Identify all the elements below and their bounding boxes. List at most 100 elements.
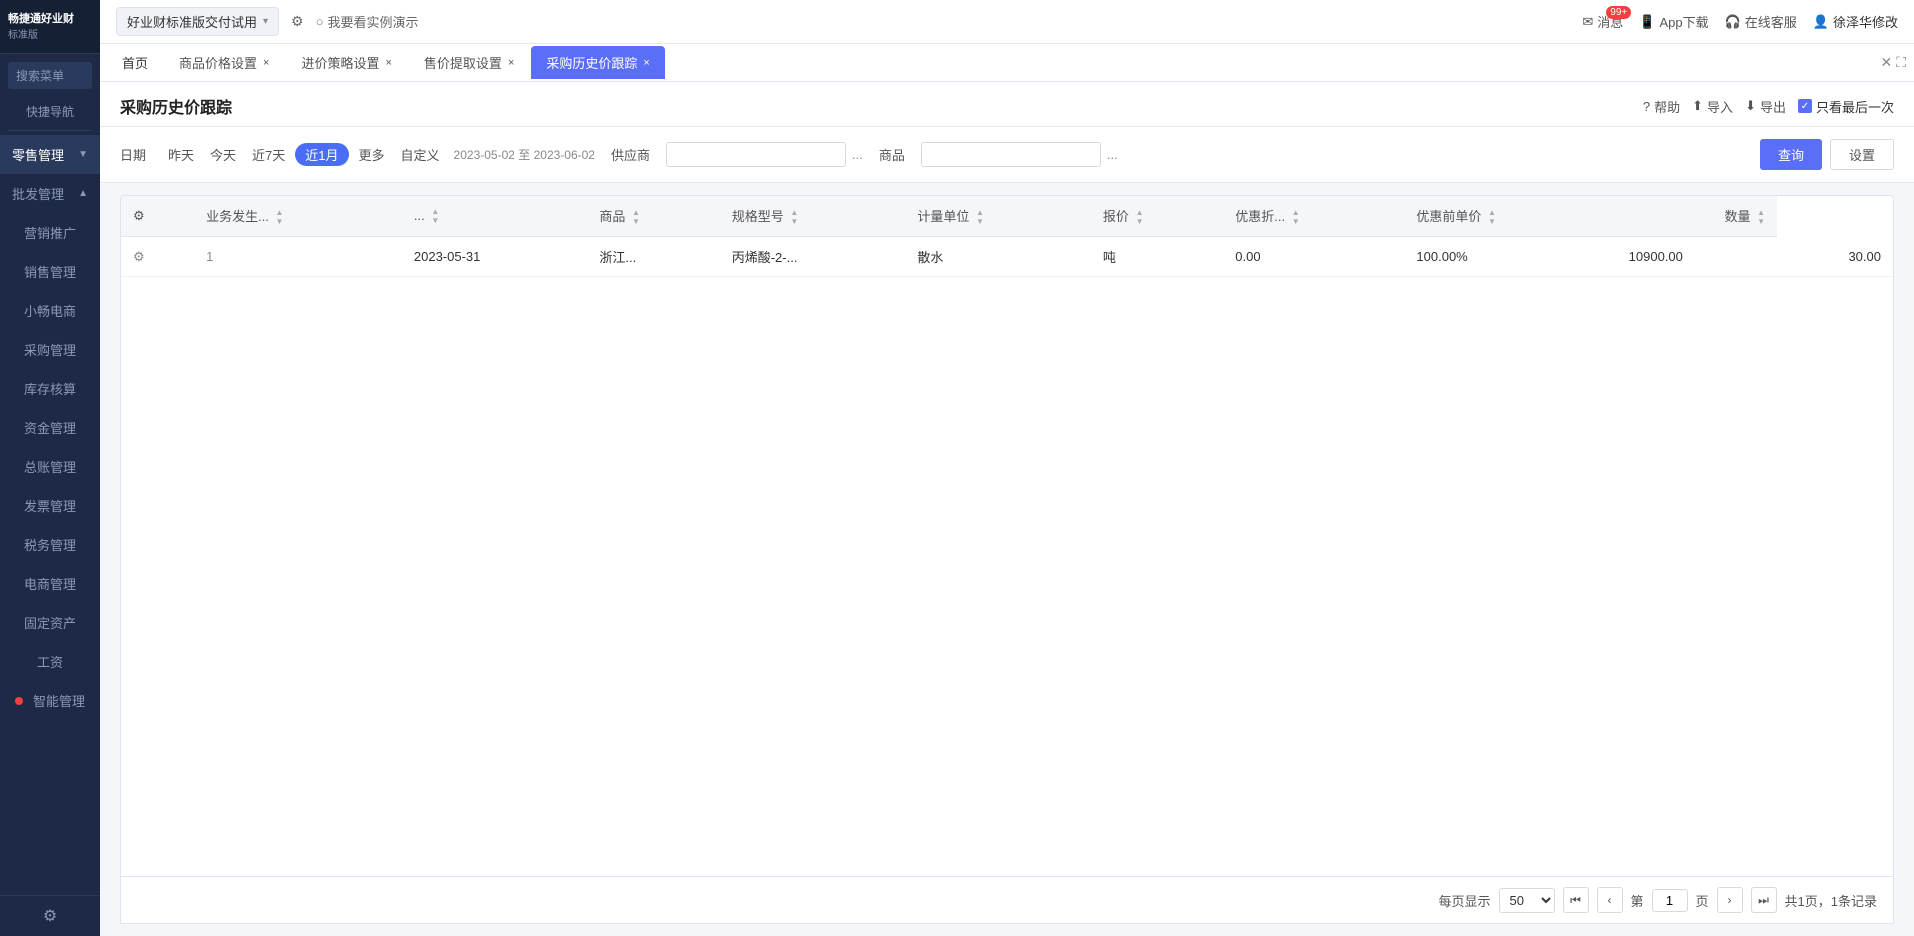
sidebar-item-payroll[interactable]: 工资 (0, 642, 100, 681)
supplier-more-button[interactable]: ... (852, 147, 863, 162)
sort-spec-icon[interactable]: ▲▼ (790, 209, 798, 226)
sidebar-item-marketing[interactable]: 营销推广 (0, 213, 100, 252)
sidebar-item-retail[interactable]: 零售管理 ▼ (0, 135, 100, 174)
col-discount-label: 优惠折... (1235, 209, 1285, 224)
last-only-checkbox[interactable]: ✓ (1798, 99, 1812, 113)
tab-home[interactable]: 首页 (108, 47, 162, 78)
tab-product-price[interactable]: 商品价格设置 × (164, 46, 284, 79)
sort-more-icon[interactable]: ▲▼ (431, 208, 439, 225)
next-page-button[interactable]: › (1717, 887, 1743, 913)
online-service-button[interactable]: 🎧 在线客服 (1725, 12, 1797, 31)
tab-purchase-strategy[interactable]: 进价策略设置 × (286, 46, 406, 79)
page-actions: ? 帮助 ⬆ 导入 ⬇ 导出 ✓ 只看最后一次 (1643, 97, 1894, 116)
row-product: 丙烯酸-2-... (720, 237, 906, 277)
page-header: 采购历史价跟踪 ? 帮助 ⬆ 导入 ⬇ 导出 ✓ 只看最后一次 (100, 82, 1914, 127)
sidebar-item-sales-label: 销售管理 (24, 262, 76, 281)
quick-nav-button[interactable]: 快捷导航 (0, 97, 100, 126)
sort-unit-icon[interactable]: ▲▼ (976, 209, 984, 226)
col-date: 业务发生... ▲▼ (194, 196, 402, 237)
row-pre-discount-price: 10900.00 (1617, 237, 1777, 277)
sort-price-icon[interactable]: ▲▼ (1136, 209, 1144, 226)
message-button[interactable]: ✉ 消息 99+ (1582, 12, 1623, 31)
col-product-label: 商品 (599, 209, 625, 224)
tab-purchase-history[interactable]: 采购历史价跟踪 × (531, 46, 664, 79)
prev-page-button[interactable]: ‹ (1597, 887, 1623, 913)
app-name: 畅捷通好业财 (8, 12, 74, 26)
sidebar-item-ai[interactable]: 智能管理 (0, 681, 100, 720)
product-input[interactable] (921, 142, 1101, 167)
row-gear-cell[interactable]: ⚙ (121, 237, 194, 277)
sidebar-item-wholesale[interactable]: 批发管理 ▲ (0, 174, 100, 213)
filter-settings-button[interactable]: 设置 (1830, 139, 1894, 170)
user-profile-button[interactable]: 👤 徐泽华修改 (1813, 12, 1898, 31)
help-icon: ? (1643, 99, 1650, 114)
filter-row: 日期 昨天 今天 近7天 近1月 更多 自定义 2023-05-02 至 202… (120, 139, 1894, 170)
demo-link[interactable]: ○ 我要看实例演示 (316, 12, 419, 31)
last-page-button[interactable]: ⏭ (1751, 887, 1777, 913)
help-label: 帮助 (1654, 97, 1680, 116)
tab-sale-price[interactable]: 售价提取设置 × (409, 46, 529, 79)
last-only-label: 只看最后一次 (1816, 97, 1894, 116)
first-page-button[interactable]: ⏮ (1563, 887, 1589, 913)
help-button[interactable]: ? 帮助 (1643, 97, 1680, 116)
date-opt-today[interactable]: 今天 (204, 143, 242, 166)
col-spec: 规格型号 ▲▼ (720, 196, 906, 237)
app-selector[interactable]: 好业财标准版交付试用 ▾ (116, 7, 279, 36)
query-button[interactable]: 查询 (1760, 139, 1822, 170)
sidebar-item-fixed-assets[interactable]: 固定资产 (0, 603, 100, 642)
import-button[interactable]: ⬆ 导入 (1692, 97, 1733, 116)
current-page-input[interactable]: 1 (1652, 889, 1688, 912)
sidebar-item-purchase[interactable]: 采购管理 (0, 330, 100, 369)
sort-discount-icon[interactable]: ▲▼ (1292, 209, 1300, 226)
sort-product-icon[interactable]: ▲▼ (632, 209, 640, 226)
sort-pre-discount-icon[interactable]: ▲▼ (1488, 209, 1496, 226)
export-label: 导出 (1760, 97, 1786, 116)
sort-date-icon[interactable]: ▲▼ (276, 209, 284, 226)
sidebar-item-ecommerce[interactable]: 电商管理 (0, 564, 100, 603)
sidebar-item-inventory[interactable]: 库存核算 (0, 369, 100, 408)
row-price: 0.00 (1223, 237, 1404, 277)
page-unit-label: 页 (1696, 891, 1709, 910)
per-page-select[interactable]: 50 100 200 (1499, 888, 1555, 913)
page-title: 采购历史价跟踪 (120, 94, 232, 118)
supplier-input[interactable] (666, 142, 846, 167)
date-opt-custom[interactable]: 自定义 (395, 143, 446, 166)
tab-product-price-close-icon[interactable]: × (263, 57, 269, 69)
username-label: 徐泽华修改 (1833, 12, 1898, 31)
sidebar-item-finance[interactable]: 资金管理 (0, 408, 100, 447)
sidebar-item-ledger[interactable]: 总账管理 (0, 447, 100, 486)
table-row: ⚙ 1 2023-05-31 浙江... 丙烯酸-2-... 散水 吨 0.00… (121, 237, 1893, 277)
sidebar-item-tax[interactable]: 税务管理 (0, 525, 100, 564)
sort-quantity-icon[interactable]: ▲▼ (1757, 209, 1765, 226)
search-menu-button[interactable]: 搜索菜单 (8, 62, 92, 89)
sidebar: 畅捷通好业财 标准版 搜索菜单 快捷导航 零售管理 ▼ 批发管理 ▲ 营销推广 … (0, 0, 100, 936)
filter-bar: 日期 昨天 今天 近7天 近1月 更多 自定义 2023-05-02 至 202… (100, 127, 1914, 183)
row-quantity: 30.00 (1777, 237, 1893, 277)
sidebar-item-sales[interactable]: 销售管理 (0, 252, 100, 291)
settings-icon-button[interactable]: ⚙ (287, 9, 308, 34)
product-more-button[interactable]: ... (1107, 147, 1118, 162)
user-avatar-icon: 👤 (1813, 14, 1829, 30)
page-prefix-label: 第 (1631, 891, 1644, 910)
export-button[interactable]: ⬇ 导出 (1745, 97, 1786, 116)
col-pre-discount: 优惠前单价 ▲▼ (1404, 196, 1616, 237)
tab-sale-price-close-icon[interactable]: × (508, 57, 514, 69)
topbar: 好业财标准版交付试用 ▾ ⚙ ○ 我要看实例演示 ✉ 消息 99+ 📱 App下… (100, 0, 1914, 44)
tab-purchase-history-close-icon[interactable]: × (643, 57, 649, 69)
date-opt-yesterday[interactable]: 昨天 (162, 143, 200, 166)
date-opt-1month[interactable]: 近1月 (295, 143, 348, 166)
sidebar-item-invoice[interactable]: 发票管理 (0, 486, 100, 525)
tab-purchase-strategy-close-icon[interactable]: × (385, 57, 391, 69)
expand-tab-button[interactable]: ⛶ (1896, 54, 1906, 71)
app-download-button[interactable]: 📱 App下载 (1639, 12, 1708, 31)
col-pre-discount-label: 优惠前单价 (1416, 209, 1481, 224)
sidebar-gear-button[interactable]: ⚙ (43, 906, 57, 926)
date-opt-more[interactable]: 更多 (353, 143, 391, 166)
col-gear-icon[interactable]: ⚙ (133, 208, 145, 223)
close-tab-button[interactable]: ✕ (1880, 54, 1892, 71)
sidebar-item-ecommerce-small[interactable]: 小畅电商 (0, 291, 100, 330)
date-opt-7days[interactable]: 近7天 (246, 143, 291, 166)
message-icon: ✉ (1582, 14, 1593, 30)
online-service-label: 在线客服 (1745, 12, 1797, 31)
total-info: 共1页，1条记录 (1785, 891, 1877, 910)
